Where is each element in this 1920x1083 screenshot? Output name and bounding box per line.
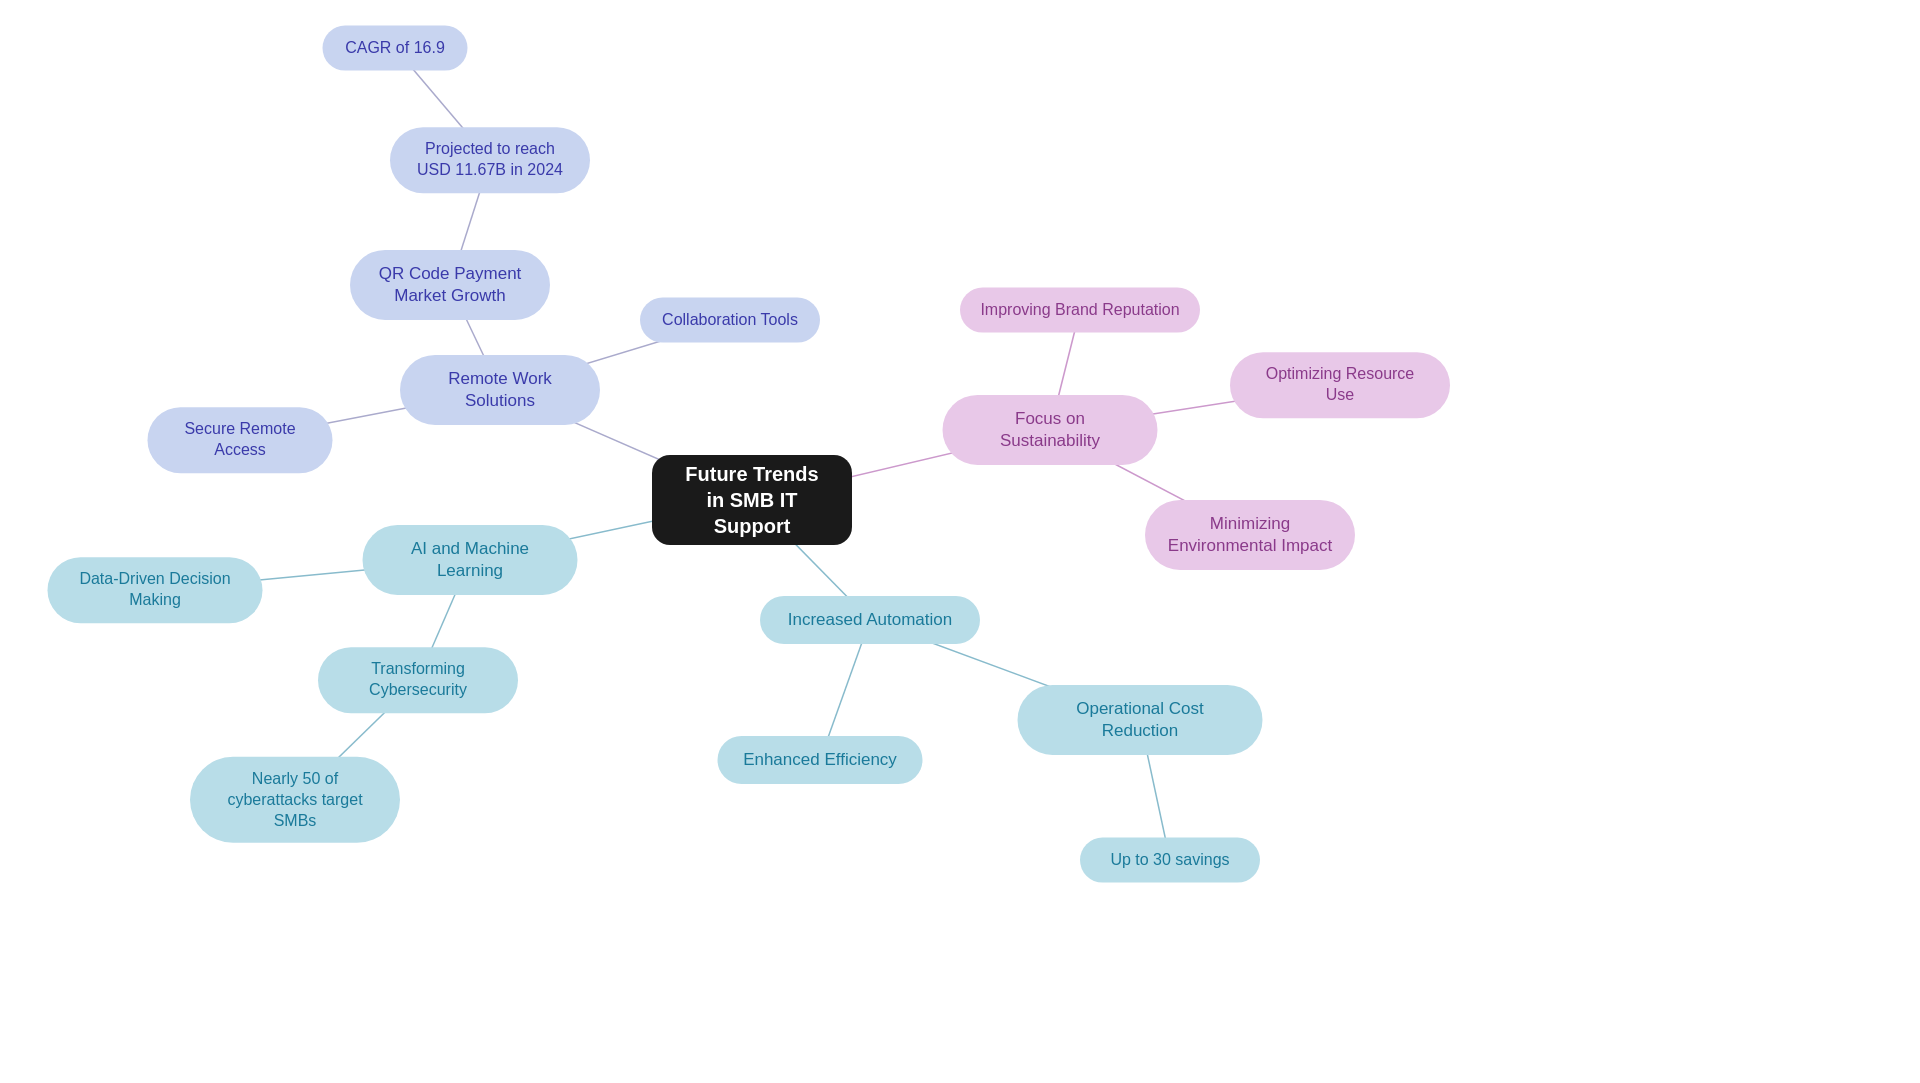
remote-work-node: Remote Work Solutions	[400, 355, 600, 425]
env-impact-node: Minimizing Environmental Impact	[1145, 500, 1355, 570]
ai-ml-node: AI and Machine Learning	[363, 525, 578, 595]
qr-market-node: QR Code Payment Market Growth	[350, 250, 550, 320]
sustainability-node: Focus on Sustainability	[943, 395, 1158, 465]
projected-node: Projected to reach USD 11.67B in 2024	[390, 127, 590, 193]
smb-attack-node: Nearly 50 of cyberattacks target SMBs	[190, 757, 400, 843]
resource-node: Optimizing Resource Use	[1230, 352, 1450, 418]
efficiency-node: Enhanced Efficiency	[718, 736, 923, 784]
secure-remote-node: Secure Remote Access	[148, 407, 333, 473]
cyber-node: Transforming Cybersecurity	[318, 647, 518, 713]
connection-lines	[0, 0, 1920, 1083]
savings-node: Up to 30 savings	[1080, 838, 1260, 883]
center-node: Future Trends in SMB IT Support	[652, 455, 852, 545]
cagr-node: CAGR of 16.9	[323, 26, 468, 71]
mind-map: Future Trends in SMB IT Support Remote W…	[0, 0, 1920, 1083]
automation-node: Increased Automation	[760, 596, 980, 644]
op-cost-node: Operational Cost Reduction	[1018, 685, 1263, 755]
data-driven-node: Data-Driven Decision Making	[48, 557, 263, 623]
collab-tools-node: Collaboration Tools	[640, 298, 820, 343]
brand-node: Improving Brand Reputation	[960, 288, 1200, 333]
